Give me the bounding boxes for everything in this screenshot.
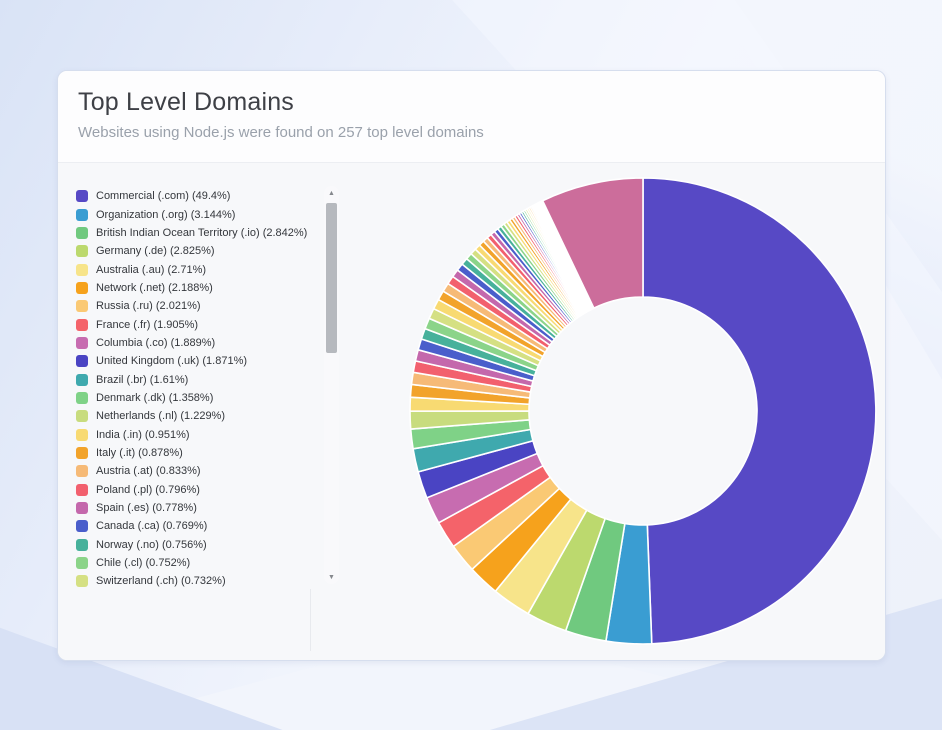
legend-item-label: Netherlands (.nl) (1.229%) (96, 410, 225, 422)
legend-color-swatch (76, 465, 88, 477)
legend-item[interactable]: Denmark (.dk) (1.358%) (76, 389, 318, 407)
legend-item-label: Russia (.ru) (2.021%) (96, 300, 201, 312)
legend-list: Commercial (.com) (49.4%) Organization (… (76, 187, 318, 591)
legend-item-label: British Indian Ocean Territory (.io) (2.… (96, 227, 307, 239)
legend-item-label: Organization (.org) (3.144%) (96, 209, 235, 221)
legend-color-swatch (76, 374, 88, 386)
legend-color-swatch (76, 190, 88, 202)
legend-color-swatch (76, 557, 88, 569)
legend-color-swatch (76, 282, 88, 294)
legend-color-swatch (76, 300, 88, 312)
legend-item-label: United Kingdom (.uk) (1.871%) (96, 355, 247, 367)
legend-color-swatch (76, 539, 88, 551)
donut-chart-container (408, 176, 878, 646)
legend-color-swatch (76, 245, 88, 257)
legend-item-label: Chile (.cl) (0.752%) (96, 557, 190, 569)
scroll-up-icon: ▲ (328, 190, 335, 197)
legend-scrollbar[interactable]: ▲ ▼ (324, 186, 339, 584)
legend-item[interactable]: United Kingdom (.uk) (1.871%) (76, 352, 318, 370)
legend-item-label: Austria (.at) (0.833%) (96, 465, 201, 477)
donut-slice[interactable] (643, 178, 876, 644)
legend-item[interactable]: Spain (.es) (0.778%) (76, 499, 318, 517)
legend-edge-divider (310, 589, 311, 651)
legend-color-swatch (76, 520, 88, 532)
legend-item-label: Denmark (.dk) (1.358%) (96, 392, 213, 404)
legend-item-label: Columbia (.co) (1.889%) (96, 337, 215, 349)
top-level-domains-card: Top Level Domains Websites using Node.js… (57, 70, 886, 661)
legend-item-label: Brazil (.br) (1.61%) (96, 374, 188, 386)
legend-item-label: Poland (.pl) (0.796%) (96, 484, 200, 496)
legend-item[interactable]: Canada (.ca) (0.769%) (76, 517, 318, 535)
legend-item[interactable]: Switzerland (.ch) (0.732%) (76, 572, 318, 590)
scroll-down-icon: ▼ (328, 574, 335, 581)
legend-color-swatch (76, 447, 88, 459)
legend-item-label: India (.in) (0.951%) (96, 429, 190, 441)
legend-item[interactable]: Netherlands (.nl) (1.229%) (76, 407, 318, 425)
legend-item-label: Spain (.es) (0.778%) (96, 502, 197, 514)
legend-item[interactable]: Commercial (.com) (49.4%) (76, 187, 318, 205)
legend-item-label: Australia (.au) (2.71%) (96, 264, 206, 276)
card-body: Commercial (.com) (49.4%) Organization (… (58, 163, 885, 660)
legend-item-label: Norway (.no) (0.756%) (96, 539, 207, 551)
legend-color-swatch (76, 264, 88, 276)
legend-color-swatch (76, 319, 88, 331)
legend-item-label: Germany (.de) (2.825%) (96, 245, 215, 257)
legend-item[interactable]: Columbia (.co) (1.889%) (76, 334, 318, 352)
legend-item[interactable]: India (.in) (0.951%) (76, 425, 318, 443)
legend-color-swatch (76, 502, 88, 514)
legend-item-label: Commercial (.com) (49.4%) (96, 190, 230, 202)
donut-chart[interactable] (408, 176, 878, 646)
page-background: Top Level Domains Websites using Node.js… (0, 0, 942, 730)
legend-item[interactable]: Austria (.at) (0.833%) (76, 462, 318, 480)
legend-item[interactable]: Brazil (.br) (1.61%) (76, 370, 318, 388)
legend-item[interactable]: France (.fr) (1.905%) (76, 315, 318, 333)
legend-color-swatch (76, 355, 88, 367)
legend-item[interactable]: Norway (.no) (0.756%) (76, 536, 318, 554)
legend-item[interactable]: Network (.net) (2.188%) (76, 279, 318, 297)
legend-color-swatch (76, 392, 88, 404)
legend-item[interactable]: Australia (.au) (2.71%) (76, 260, 318, 278)
legend-item[interactable]: Germany (.de) (2.825%) (76, 242, 318, 260)
legend-color-swatch (76, 429, 88, 441)
legend-item-label: Italy (.it) (0.878%) (96, 447, 183, 459)
legend-color-swatch (76, 410, 88, 422)
legend-item-label: France (.fr) (1.905%) (96, 319, 198, 331)
scroll-down-button[interactable]: ▼ (324, 570, 339, 584)
scrollbar-thumb[interactable] (326, 203, 337, 353)
card-header: Top Level Domains Websites using Node.js… (58, 71, 885, 163)
card-subtitle: Websites using Node.js were found on 257… (78, 124, 865, 141)
legend-item[interactable]: Poland (.pl) (0.796%) (76, 481, 318, 499)
legend-item[interactable]: Italy (.it) (0.878%) (76, 444, 318, 462)
card-title: Top Level Domains (78, 88, 865, 117)
legend-item-label: Canada (.ca) (0.769%) (96, 520, 207, 532)
legend-item-label: Switzerland (.ch) (0.732%) (96, 575, 226, 587)
legend-color-swatch (76, 337, 88, 349)
legend-item[interactable]: Russia (.ru) (2.021%) (76, 297, 318, 315)
legend-color-swatch (76, 209, 88, 221)
legend-item[interactable]: British Indian Ocean Territory (.io) (2.… (76, 224, 318, 242)
legend-item-label: Network (.net) (2.188%) (96, 282, 213, 294)
legend-color-swatch (76, 575, 88, 587)
legend-color-swatch (76, 484, 88, 496)
scroll-up-button[interactable]: ▲ (324, 186, 339, 200)
legend-item[interactable]: Organization (.org) (3.144%) (76, 205, 318, 223)
legend-color-swatch (76, 227, 88, 239)
legend-item[interactable]: Chile (.cl) (0.752%) (76, 554, 318, 572)
